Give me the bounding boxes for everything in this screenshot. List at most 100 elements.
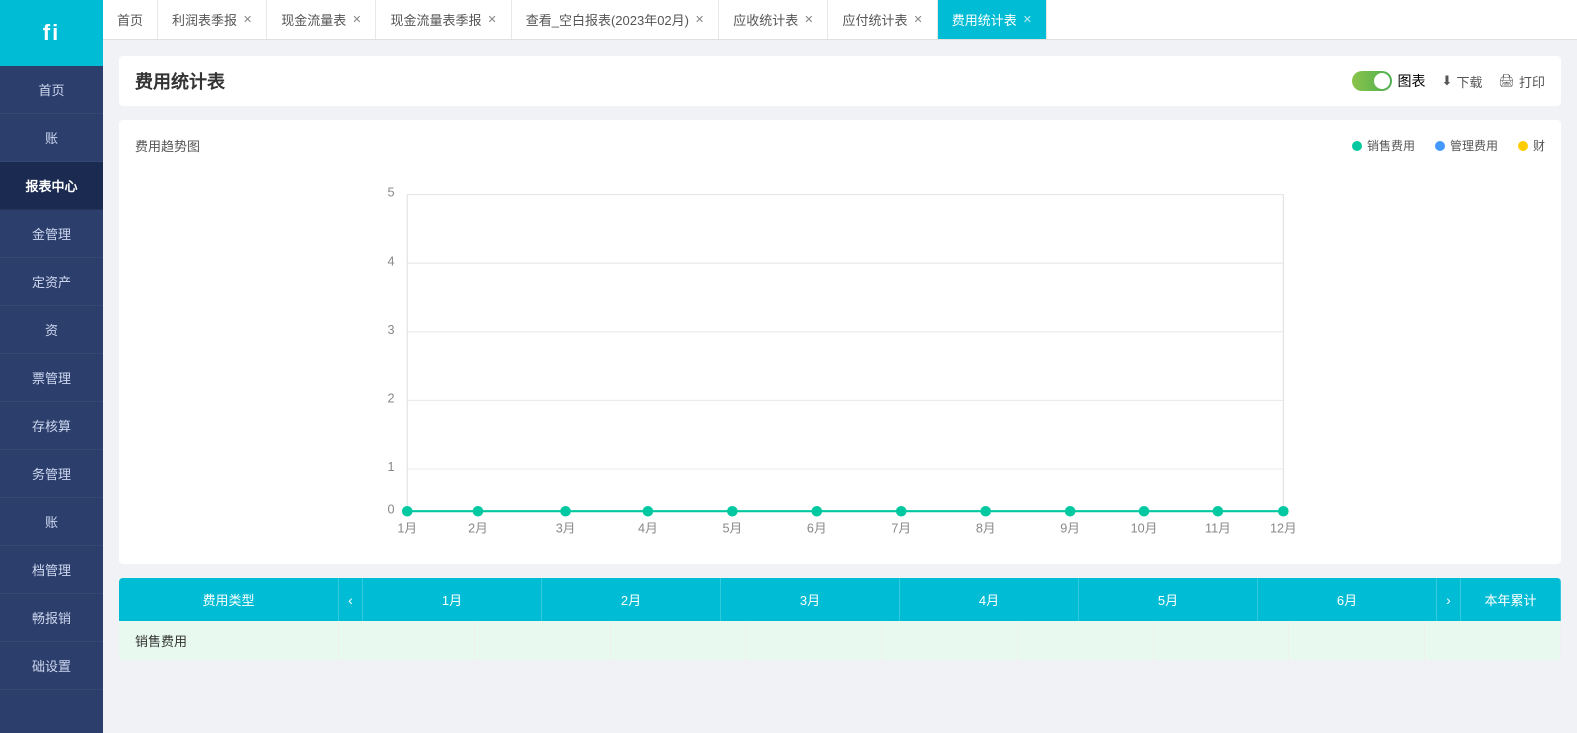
chart-toggle-wrap: 图表 [1352, 71, 1426, 91]
svg-text:2月: 2月 [468, 521, 488, 535]
th-month-4: 4月 [900, 578, 1079, 621]
th-month-2: 2月 [542, 578, 721, 621]
svg-text:11月: 11月 [1205, 521, 1231, 535]
svg-text:8月: 8月 [976, 521, 996, 535]
table-header-row: 费用类型 ‹ 1月 2月 3月 4月 5月 [119, 578, 1561, 621]
close-icon[interactable]: ✕ [804, 13, 813, 26]
th-month-4-label: 4月 [979, 590, 999, 609]
legend-label-admin: 管理费用 [1450, 137, 1498, 154]
sidebar-item-assets[interactable]: 定资产 [0, 258, 103, 306]
tab-blank-report[interactable]: 查看_空白报表(2023年02月) ✕ [512, 0, 720, 40]
td-sales-nav2 [1289, 621, 1425, 660]
th-month-3-label: 3月 [800, 590, 820, 609]
chart-toggle[interactable] [1352, 71, 1392, 91]
tab-cashflow[interactable]: 现金流量表 ✕ [267, 0, 376, 40]
close-icon[interactable]: ✕ [913, 13, 922, 26]
th-month-5: 5月 [1079, 578, 1258, 621]
sidebar-item-capital[interactable]: 资 [0, 306, 103, 354]
svg-text:5: 5 [388, 186, 395, 200]
line-chart: 5 4 3 2 1 0 [135, 165, 1545, 545]
sidebar-item-account[interactable]: 账 [0, 114, 103, 162]
legend-item-admin: 管理费用 [1435, 137, 1498, 154]
td-sales-m2 [611, 621, 747, 660]
print-button[interactable]: 🖨 打印 [1498, 72, 1545, 91]
legend-label-finance: 财 [1533, 137, 1545, 154]
table-section: 费用类型 ‹ 1月 2月 3月 4月 5月 [119, 578, 1561, 661]
svg-text:4月: 4月 [638, 521, 658, 535]
tab-receivable[interactable]: 应收统计表 ✕ [719, 0, 828, 40]
svg-text:7月: 7月 [891, 521, 911, 535]
sidebar-item-archive[interactable]: 档管理 [0, 546, 103, 594]
chart-section: 费用趋势图 销售费用 管理费用 财 [119, 120, 1561, 564]
chart-header: 费用趋势图 销售费用 管理费用 财 [135, 136, 1545, 155]
print-icon: 🖨 [1498, 73, 1515, 89]
close-icon[interactable]: ✕ [488, 13, 497, 26]
svg-text:1月: 1月 [397, 521, 417, 535]
th-month-3: 3月 [721, 578, 900, 621]
sidebar-item-expense[interactable]: 畅报销 [0, 594, 103, 642]
legend-item-finance: 财 [1518, 137, 1545, 154]
th-month-6-label: 6月 [1337, 590, 1357, 609]
sidebar-item-reports[interactable]: 报表中心 [0, 162, 103, 210]
legend-label-sales: 销售费用 [1367, 137, 1415, 154]
chart-container: 5 4 3 2 1 0 [135, 165, 1545, 548]
sidebar-item-settings[interactable]: 础设置 [0, 642, 103, 690]
svg-text:3月: 3月 [556, 521, 576, 535]
tab-profit-quarterly[interactable]: 利润表季报 ✕ [158, 0, 267, 40]
svg-text:1: 1 [388, 460, 395, 474]
legend-dot-sales [1352, 141, 1362, 151]
th-next-arrow[interactable]: › [1437, 578, 1461, 621]
close-icon[interactable]: ✕ [1023, 13, 1032, 26]
td-sales-m5 [1018, 621, 1154, 660]
svg-text:0: 0 [388, 502, 395, 516]
close-icon[interactable]: ✕ [243, 13, 252, 26]
th-month-5-label: 5月 [1158, 590, 1178, 609]
th-type: 费用类型 [119, 578, 339, 621]
sidebar-item-inventory[interactable]: 存核算 [0, 402, 103, 450]
legend-item-sales: 销售费用 [1352, 137, 1415, 154]
chart-title: 费用趋势图 [135, 136, 200, 155]
legend-dot-finance [1518, 141, 1528, 151]
td-sales-nav [339, 621, 475, 660]
tab-expense-stats[interactable]: 费用统计表 ✕ [938, 0, 1047, 40]
table-row-sales: 销售费用 [119, 621, 1561, 661]
prev-arrow-icon[interactable]: ‹ [348, 592, 353, 608]
sidebar: fi 首页 账 报表中心 金管理 定资产 资 票管理 存核算 务管理 账 档管理… [0, 0, 103, 733]
tab-home[interactable]: 首页 [103, 0, 158, 40]
header-actions: 图表 ⬇ 下载 🖨 打印 [1352, 71, 1545, 91]
tab-payable[interactable]: 应付统计表 ✕ [828, 0, 937, 40]
svg-text:3: 3 [388, 323, 395, 337]
td-sales-m3 [746, 621, 882, 660]
page-header: 费用统计表 图表 ⬇ 下载 🖨 打印 [119, 56, 1561, 106]
svg-text:12月: 12月 [1270, 521, 1297, 535]
page-title: 费用统计表 [135, 68, 225, 94]
sidebar-item-tickets[interactable]: 票管理 [0, 354, 103, 402]
th-month-1-label: 1月 [442, 590, 462, 609]
download-button[interactable]: ⬇ 下载 [1442, 72, 1483, 91]
sidebar-item-service[interactable]: 务管理 [0, 450, 103, 498]
td-sales-m4 [882, 621, 1018, 660]
th-year-total-label: 本年累计 [1484, 590, 1536, 609]
close-icon[interactable]: ✕ [695, 13, 704, 26]
main-area: 首页 利润表季报 ✕ 现金流量表 ✕ 现金流量表季报 ✕ 查看_空白报表(202… [103, 0, 1577, 733]
svg-text:4: 4 [388, 254, 395, 268]
sidebar-logo: fi [0, 0, 103, 66]
content-area: 费用统计表 图表 ⬇ 下载 🖨 打印 费用趋势图 [103, 40, 1577, 733]
td-type-sales: 销售费用 [119, 621, 339, 660]
sidebar-item-cash[interactable]: 金管理 [0, 210, 103, 258]
svg-text:10月: 10月 [1131, 521, 1158, 535]
sidebar-item-home[interactable]: 首页 [0, 66, 103, 114]
next-arrow-icon[interactable]: › [1446, 592, 1451, 608]
close-icon[interactable]: ✕ [352, 13, 361, 26]
svg-text:9月: 9月 [1060, 521, 1080, 535]
th-prev-arrow[interactable]: ‹ [339, 578, 363, 621]
td-type-sales-label: 销售费用 [135, 634, 187, 649]
tab-cashflow-quarterly[interactable]: 现金流量表季报 ✕ [376, 0, 511, 40]
tab-bar: 首页 利润表季报 ✕ 现金流量表 ✕ 现金流量表季报 ✕ 查看_空白报表(202… [103, 0, 1577, 40]
sidebar-item-ledger[interactable]: 账 [0, 498, 103, 546]
svg-text:6月: 6月 [807, 521, 827, 535]
td-sales-total [1425, 621, 1561, 660]
th-month-1: 1月 [363, 578, 542, 621]
svg-text:5月: 5月 [722, 521, 742, 535]
toggle-label: 图表 [1398, 71, 1426, 91]
